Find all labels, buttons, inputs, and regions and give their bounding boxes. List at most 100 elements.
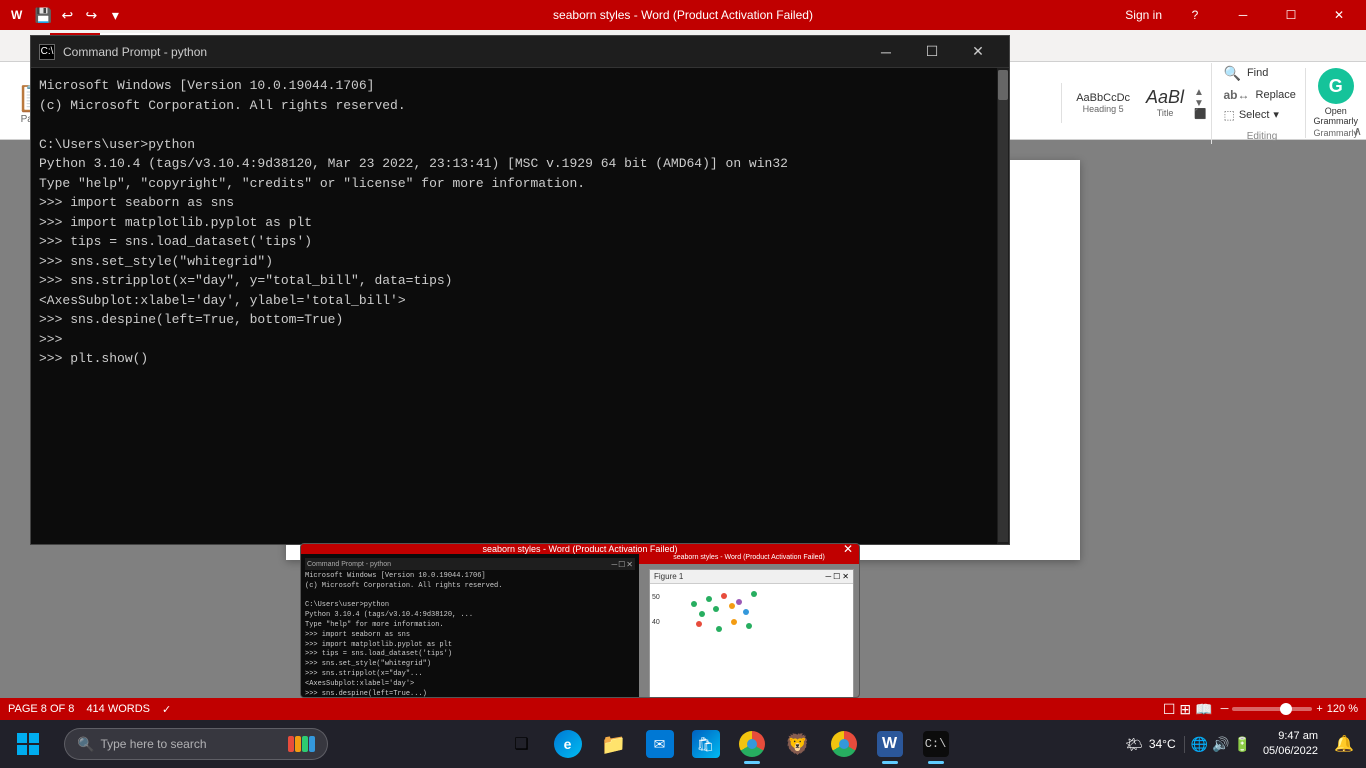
find-label: Find xyxy=(1247,67,1268,79)
mail-icon: ✉ xyxy=(646,730,674,758)
cmd-scroll-track[interactable] xyxy=(998,70,1008,542)
styles-scroll[interactable]: ▲ ▼ ⬛ xyxy=(1194,83,1206,123)
customize-qa[interactable]: ▾ xyxy=(105,5,125,25)
taskbar-mail[interactable]: ✉ xyxy=(638,722,682,766)
taskbar-edge[interactable]: e xyxy=(546,722,590,766)
cmd-scrollbar[interactable] xyxy=(997,68,1009,544)
restore-button[interactable]: ☐ xyxy=(1268,0,1314,30)
taskbar-brave[interactable]: 🦁 xyxy=(776,722,820,766)
help-button[interactable]: ? xyxy=(1172,0,1218,30)
taskbar-task-view[interactable]: ❑ xyxy=(500,722,544,766)
taskbar-chrome2[interactable] xyxy=(822,722,866,766)
styles-section: AaBbCcDc Heading 5 AaBl Title ▲ ▼ ⬛ xyxy=(1061,83,1206,123)
close-button[interactable]: ✕ xyxy=(1316,0,1362,30)
select-icon: ⬚ xyxy=(1224,108,1235,122)
statusbar-right: ☐ ⊞ 📖 ─ + 120 % xyxy=(1163,701,1358,718)
style-title[interactable]: AaBl Title xyxy=(1140,86,1190,120)
preview-titlebar: seaborn styles - Word (Product Activatio… xyxy=(301,544,859,554)
preview-cmd-close[interactable]: ✕ xyxy=(626,560,633,569)
preview-figure-controls: ─ ☐ ✕ xyxy=(825,572,849,581)
page-indicator[interactable]: PAGE 8 OF 8 xyxy=(8,703,74,715)
taskbar-clock[interactable]: 9:47 am 05/06/2022 xyxy=(1255,729,1326,760)
preview-fig-close[interactable]: ✕ xyxy=(842,572,849,581)
word-taskbar-icon: W xyxy=(877,731,903,757)
statusbar-left: PAGE 8 OF 8 414 WORDS ✓ xyxy=(8,703,171,716)
taskbar-chrome[interactable] xyxy=(730,722,774,766)
cmd-close[interactable]: ✕ xyxy=(955,36,1001,68)
editing-label: Editing xyxy=(1243,131,1278,142)
word-logo: W xyxy=(8,8,25,22)
word-count[interactable]: 414 WORDS xyxy=(86,703,150,715)
undo-button[interactable]: ↩ xyxy=(57,5,77,25)
select-arrow-icon: ▾ xyxy=(1273,108,1279,121)
sign-in[interactable]: Sign in xyxy=(1117,8,1170,22)
taskbar-word[interactable]: W xyxy=(868,722,912,766)
taskbar-store[interactable]: 🛍 xyxy=(684,722,728,766)
notification-center-icon[interactable]: 🔔 xyxy=(1330,720,1358,768)
notification-icons: 🌐 🔊 🔋 xyxy=(1184,736,1251,753)
preview-fig-max[interactable]: ☐ xyxy=(833,572,840,581)
preview-cmd-min[interactable]: ─ xyxy=(611,560,617,569)
web-layout-icon[interactable]: ⊞ xyxy=(1179,701,1191,718)
cmd-output: Microsoft Windows [Version 10.0.19044.17… xyxy=(39,76,1001,369)
cmd-title-left: C:\ Command Prompt - python xyxy=(39,44,207,60)
spelling-icon[interactable]: ✓ xyxy=(162,703,171,716)
preview-cmd-text: Microsoft Windows [Version 10.0.19044.17… xyxy=(305,572,635,698)
cmd-body: Microsoft Windows [Version 10.0.19044.17… xyxy=(31,68,1009,544)
editing-section: 🔍 Find ab↔ Replace ⬚ Select ▾ Editing xyxy=(1211,63,1301,144)
find-button[interactable]: 🔍 Find xyxy=(1220,63,1301,84)
select-dropdown[interactable]: ⬚ Select ▾ xyxy=(1220,106,1301,124)
windows-logo-icon xyxy=(17,733,39,755)
style-heading5[interactable]: AaBbCcDc Heading 5 xyxy=(1070,90,1136,116)
brave-icon: 🦁 xyxy=(784,730,812,758)
preview-cmd-titlebar: Command Prompt - python ─ ☐ ✕ xyxy=(305,558,635,570)
zoom-thumb xyxy=(1280,703,1292,715)
preview-inner: seaborn styles - Word (Product Activatio… xyxy=(301,544,859,697)
zoom-out-icon[interactable]: ─ xyxy=(1221,703,1229,715)
start-button[interactable] xyxy=(0,720,56,768)
zoom-in-icon[interactable]: + xyxy=(1316,703,1322,715)
sys-tray-icons: 🌤 34°C xyxy=(1121,736,1180,753)
network-icon[interactable]: 🌐 xyxy=(1191,736,1208,753)
edge-icon: e xyxy=(554,730,582,758)
quick-access-toolbar: W 💾 ↩ ↪ ▾ xyxy=(0,5,125,25)
cmd-app-icon: C:\ xyxy=(39,44,55,60)
preview-window: seaborn styles - Word (Product Activatio… xyxy=(300,543,860,698)
preview-cmd-controls: ─ ☐ ✕ xyxy=(611,560,633,569)
preview-chart-area: 50 40 xyxy=(650,584,853,698)
preview-word-titlebar: seaborn styles - Word (Product Activatio… xyxy=(639,554,859,564)
preview-fig-min[interactable]: ─ xyxy=(825,572,831,581)
cmd-maximize[interactable]: ☐ xyxy=(909,36,955,68)
zoom-percent[interactable]: 120 % xyxy=(1327,703,1358,715)
taskbar-explorer[interactable]: 📁 xyxy=(592,722,636,766)
minimize-button[interactable]: ─ xyxy=(1220,0,1266,30)
cmd-window[interactable]: C:\ Command Prompt - python ─ ☐ ✕ Micros… xyxy=(30,35,1010,545)
battery-icon: 🔋 xyxy=(1234,736,1251,753)
weather-icon: 🌤 xyxy=(1125,736,1143,753)
save-quick-button[interactable]: 💾 xyxy=(33,5,53,25)
read-mode-icon[interactable]: 📖 xyxy=(1195,701,1212,718)
taskbar-search-box[interactable]: 🔍 Type here to search xyxy=(64,728,328,760)
grammarly-open-label[interactable]: OpenGrammarly xyxy=(1314,106,1359,126)
task-view-icon: ❑ xyxy=(508,730,536,758)
redo-button[interactable]: ↪ xyxy=(81,5,101,25)
print-layout-icon[interactable]: ☐ xyxy=(1163,701,1176,718)
search-accent-icons xyxy=(288,736,315,752)
search-icon-taskbar: 🔍 xyxy=(77,736,94,753)
time-display: 9:47 am xyxy=(1263,729,1318,744)
preview-chart-svg xyxy=(664,584,860,698)
replace-button[interactable]: ab↔ Replace xyxy=(1220,86,1301,104)
grammarly-section: G OpenGrammarly Grammarly xyxy=(1305,68,1359,138)
ribbon-collapse-icon[interactable]: ∧ xyxy=(1353,124,1362,138)
cmd-scroll-thumb[interactable] xyxy=(998,70,1008,100)
zoom-control: ─ + 120 % xyxy=(1221,703,1358,715)
taskbar-search[interactable]: 🔍 Type here to search xyxy=(56,720,336,768)
taskbar-cmd[interactable]: C:\ xyxy=(914,722,958,766)
date-display: 05/06/2022 xyxy=(1263,744,1318,759)
zoom-slider[interactable] xyxy=(1232,707,1312,711)
cmd-minimize[interactable]: ─ xyxy=(863,36,909,68)
volume-icon[interactable]: 🔊 xyxy=(1212,736,1229,753)
preview-cmd-max[interactable]: ☐ xyxy=(618,560,625,569)
grammarly-icon[interactable]: G xyxy=(1318,68,1354,104)
style-heading5-label: Heading 5 xyxy=(1083,104,1124,114)
